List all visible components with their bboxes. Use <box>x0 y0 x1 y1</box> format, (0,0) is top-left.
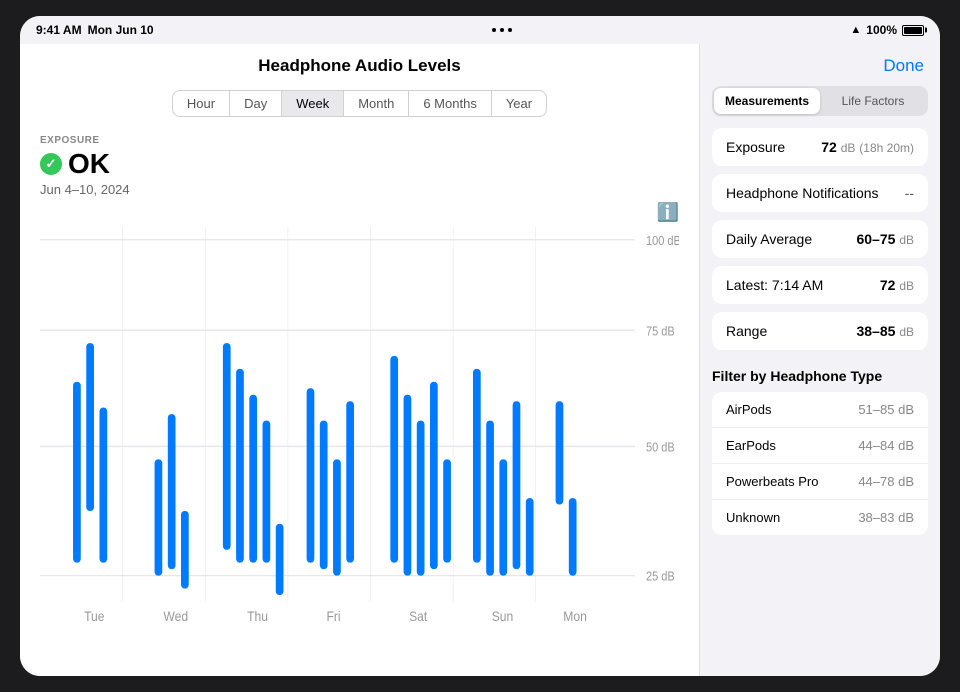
date-range: Jun 4–10, 2024 <box>40 182 679 197</box>
stats-section: Exposure 72 dB (18h 20m) Headphone Notif… <box>700 128 940 358</box>
svg-text:50 dB: 50 dB <box>646 440 675 455</box>
filter-row-earpods: EarPods 44–84 dB <box>712 428 928 464</box>
filter-card: AirPods 51–85 dB EarPods 44–84 dB Powerb… <box>712 392 928 535</box>
wifi-icon: ▲ <box>850 24 861 36</box>
stat-label-latest: Latest: 7:14 AM <box>726 277 823 293</box>
svg-text:Fri: Fri <box>326 608 340 624</box>
exposure-status: ✓ OK <box>40 148 679 180</box>
filter-value-powerbeats: 44–78 dB <box>858 474 914 489</box>
filter-value-unknown: 38–83 dB <box>858 510 914 525</box>
chart-container: ℹ️ <box>40 201 679 666</box>
tab-6months[interactable]: 6 Months <box>409 90 491 117</box>
stat-label-exposure: Exposure <box>726 139 785 155</box>
exposure-label: EXPOSURE <box>40 135 679 146</box>
tab-hour[interactable]: Hour <box>172 90 230 117</box>
stat-label-range: Range <box>726 323 767 339</box>
ok-checkmark: ✓ <box>40 153 62 175</box>
ok-text: OK <box>68 148 110 180</box>
stat-card-latest: Latest: 7:14 AM 72 dB <box>712 266 928 304</box>
chart-svg: 100 dB 75 dB 50 dB 25 dB Tue Wed Thu Fri… <box>40 201 679 666</box>
filter-value-earpods: 44–84 dB <box>858 438 914 453</box>
svg-text:Tue: Tue <box>84 608 104 624</box>
svg-text:Sat: Sat <box>409 608 427 624</box>
segment-control: Measurements Life Factors <box>712 86 928 116</box>
stat-card-exposure: Exposure 72 dB (18h 20m) <box>712 128 928 166</box>
ipad-frame: 9:41 AM Mon Jun 10 ▲ 100% Headphone Audi… <box>20 16 940 676</box>
stat-label-notifications: Headphone Notifications <box>726 185 879 201</box>
svg-text:Thu: Thu <box>247 608 268 624</box>
svg-text:Sun: Sun <box>492 608 514 624</box>
segment-life-factors[interactable]: Life Factors <box>820 88 926 114</box>
tab-day[interactable]: Day <box>230 90 282 117</box>
stat-label-daily-average: Daily Average <box>726 231 812 247</box>
stat-value-daily-average: 60–75 dB <box>856 231 914 247</box>
left-panel: Headphone Audio Levels Hour Day Week Mon… <box>20 44 700 676</box>
content-area: Headphone Audio Levels Hour Day Week Mon… <box>20 44 940 676</box>
filter-label-powerbeats: Powerbeats Pro <box>726 474 819 489</box>
svg-text:25 dB: 25 dB <box>646 569 675 584</box>
tab-year[interactable]: Year <box>492 90 547 117</box>
battery-icon <box>902 25 924 36</box>
filter-row-airpods: AirPods 51–85 dB <box>712 392 928 428</box>
filter-label-earpods: EarPods <box>726 438 776 453</box>
stat-card-daily-average: Daily Average 60–75 dB <box>712 220 928 258</box>
svg-text:100 dB: 100 dB <box>646 233 679 248</box>
filter-row-powerbeats: Powerbeats Pro 44–78 dB <box>712 464 928 500</box>
filter-row-unknown: Unknown 38–83 dB <box>712 500 928 535</box>
stat-card-range: Range 38–85 dB <box>712 312 928 350</box>
right-panel: Done Measurements Life Factors Exposure … <box>700 44 940 676</box>
tab-week[interactable]: Week <box>282 90 344 117</box>
status-bar: 9:41 AM Mon Jun 10 ▲ 100% <box>20 16 940 44</box>
stat-value-range: 38–85 dB <box>856 323 914 339</box>
chart-header: Headphone Audio Levels <box>20 44 699 84</box>
tab-month[interactable]: Month <box>344 90 409 117</box>
right-header: Done <box>700 44 940 86</box>
chart-title: Headphone Audio Levels <box>258 56 460 75</box>
exposure-section: EXPOSURE ✓ OK Jun 4–10, 2024 <box>20 127 699 201</box>
stat-value-exposure: 72 dB (18h 20m) <box>821 139 914 155</box>
done-button[interactable]: Done <box>883 56 924 76</box>
status-time: 9:41 AM <box>36 23 82 37</box>
filter-label-airpods: AirPods <box>726 402 772 417</box>
filter-title: Filter by Headphone Type <box>712 368 928 384</box>
info-button[interactable]: ℹ️ <box>657 201 679 223</box>
svg-text:Mon: Mon <box>563 608 587 624</box>
stat-card-notifications: Headphone Notifications -- <box>712 174 928 212</box>
dot3 <box>508 28 512 32</box>
dot2 <box>500 28 504 32</box>
filter-label-unknown: Unknown <box>726 510 780 525</box>
stat-value-latest: 72 dB <box>880 277 914 293</box>
svg-text:75 dB: 75 dB <box>646 323 675 338</box>
status-date: Mon Jun 10 <box>88 23 154 37</box>
svg-text:Wed: Wed <box>163 608 188 624</box>
time-tabs: Hour Day Week Month 6 Months Year <box>20 84 699 127</box>
filter-value-airpods: 51–85 dB <box>858 402 914 417</box>
battery-percent: 100% <box>866 23 897 37</box>
dot1 <box>492 28 496 32</box>
segment-measurements[interactable]: Measurements <box>714 88 820 114</box>
filter-section: Filter by Headphone Type AirPods 51–85 d… <box>700 358 940 547</box>
stat-value-notifications: -- <box>905 185 914 201</box>
